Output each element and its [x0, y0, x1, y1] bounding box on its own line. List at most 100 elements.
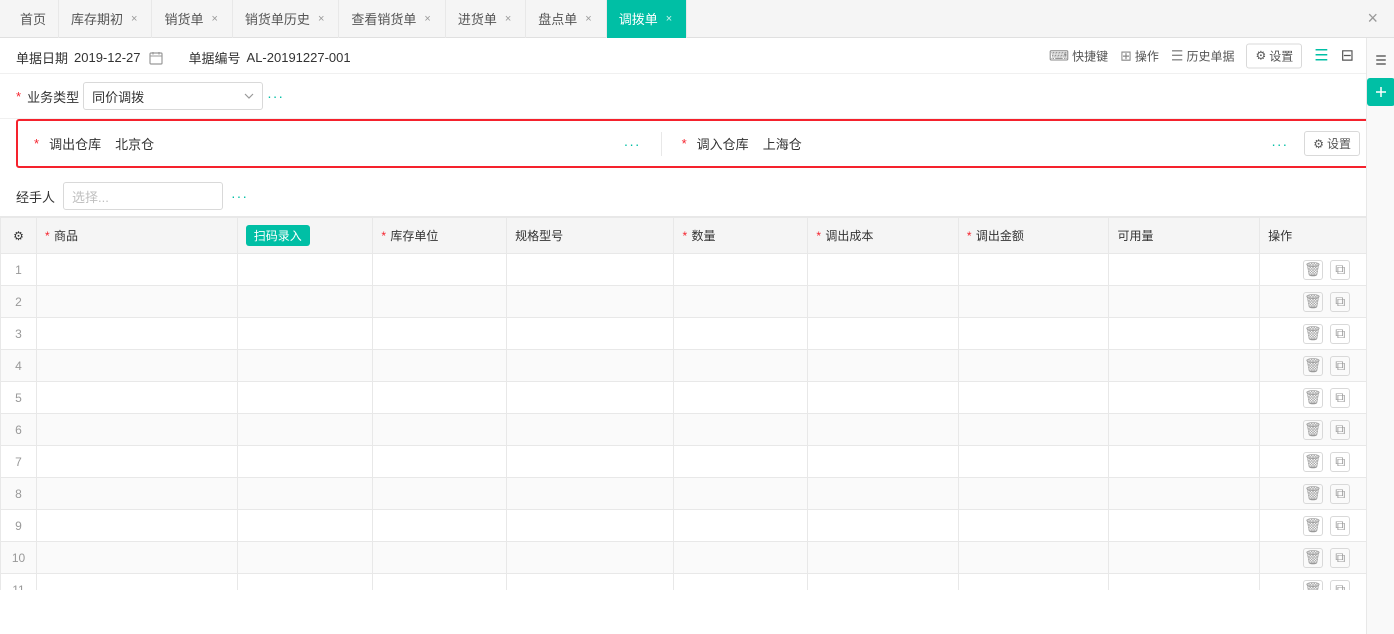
- row-scan: [237, 286, 373, 318]
- handler-more[interactable]: ···: [231, 188, 248, 204]
- delete-icon[interactable]: 🗑: [1303, 580, 1323, 591]
- delete-icon[interactable]: 🗑: [1303, 452, 1323, 472]
- tab-view-sales-close[interactable]: ×: [422, 12, 432, 26]
- tab-sales-order[interactable]: 销货单 ×: [152, 0, 232, 38]
- row-cost: [808, 414, 959, 446]
- copy-icon[interactable]: ⧉: [1330, 420, 1350, 440]
- business-type-star: *: [16, 89, 21, 104]
- copy-icon[interactable]: ⧉: [1330, 452, 1350, 472]
- sidebar-expand-icon[interactable]: [1367, 78, 1394, 106]
- row-amount: [958, 510, 1109, 542]
- copy-icon[interactable]: ⧉: [1330, 548, 1350, 568]
- warehouse-settings-button[interactable]: ⚙ 设置: [1304, 131, 1360, 156]
- row-spec: [507, 542, 674, 574]
- tab-purchase-order-close[interactable]: ×: [503, 12, 513, 26]
- copy-icon[interactable]: ⧉: [1330, 516, 1350, 536]
- handler-select[interactable]: 选择...: [63, 182, 223, 210]
- row-product[interactable]: [37, 382, 238, 414]
- row-spec: [507, 254, 674, 286]
- settings-button[interactable]: ⚙ 设置: [1246, 43, 1302, 68]
- delete-icon[interactable]: 🗑: [1303, 420, 1323, 440]
- tab-sales-order-close[interactable]: ×: [209, 12, 219, 26]
- doc-num-value: AL-20191227-001: [247, 50, 351, 65]
- row-product[interactable]: [37, 510, 238, 542]
- shortcut-tool[interactable]: ⌨ 快捷键: [1049, 47, 1108, 64]
- row-product[interactable]: [37, 414, 238, 446]
- row-cost: [808, 446, 959, 478]
- th-spec-label: 规格型号: [515, 229, 563, 243]
- row-product[interactable]: [37, 286, 238, 318]
- history-tool[interactable]: ☰ 历史单据: [1171, 47, 1235, 64]
- close-all-button[interactable]: ×: [1359, 4, 1386, 33]
- business-type-select[interactable]: 同价调拨: [83, 82, 263, 110]
- tab-inventory-init-close[interactable]: ×: [129, 12, 139, 26]
- row-product[interactable]: [37, 318, 238, 350]
- row-cost: [808, 318, 959, 350]
- calendar-icon[interactable]: [147, 49, 165, 67]
- row-product[interactable]: [37, 446, 238, 478]
- row-product[interactable]: [37, 542, 238, 574]
- grid-view-icon[interactable]: ⊟: [1341, 46, 1354, 66]
- row-product: [37, 574, 238, 591]
- list-view-icon[interactable]: ☰: [1314, 46, 1328, 66]
- warehouse-settings-icon: ⚙: [1313, 137, 1324, 151]
- tab-inventory-check-close[interactable]: ×: [583, 12, 593, 26]
- row-product[interactable]: [37, 254, 238, 286]
- delete-icon[interactable]: 🗑: [1303, 260, 1323, 280]
- row-scan: [237, 414, 373, 446]
- warehouse-out-more[interactable]: ···: [624, 136, 641, 152]
- delete-icon[interactable]: 🗑: [1303, 356, 1323, 376]
- copy-icon[interactable]: ⧉: [1330, 324, 1350, 344]
- tab-home[interactable]: 首页: [8, 0, 59, 38]
- tab-transfer[interactable]: 调拨单 ×: [607, 0, 687, 38]
- row-unit: [373, 286, 507, 318]
- history-icon: ☰: [1171, 47, 1184, 64]
- row-cost: [808, 286, 959, 318]
- copy-icon[interactable]: ⧉: [1330, 356, 1350, 376]
- copy-icon[interactable]: ⧉: [1330, 292, 1350, 312]
- row-qty: [674, 446, 808, 478]
- sidebar-list-icon[interactable]: [1367, 46, 1394, 74]
- business-type-row: * 业务类型 同价调拨 ···: [0, 74, 1394, 119]
- warehouse-in-field: * 调入仓库 上海仓 ···: [682, 134, 1289, 153]
- tab-purchase-order[interactable]: 进货单 ×: [446, 0, 526, 38]
- row-spec: [507, 414, 674, 446]
- row-spec: [507, 574, 674, 591]
- th-cost-label: 调出成本: [825, 229, 873, 243]
- scan-button[interactable]: 扫码录入: [246, 225, 310, 246]
- table-row: 4 🗑 ⧉: [1, 350, 1394, 382]
- row-unit: [373, 574, 507, 591]
- doc-num-label: 单据编号: [189, 48, 241, 67]
- tab-sales-history-close[interactable]: ×: [316, 12, 326, 26]
- row-product[interactable]: [37, 478, 238, 510]
- tab-sales-history[interactable]: 销货单历史 ×: [233, 0, 339, 38]
- row-spec: [507, 382, 674, 414]
- delete-icon[interactable]: 🗑: [1303, 388, 1323, 408]
- delete-icon[interactable]: 🗑: [1303, 324, 1323, 344]
- copy-icon[interactable]: ⧉: [1330, 580, 1350, 591]
- tab-transfer-close[interactable]: ×: [664, 12, 674, 26]
- delete-icon[interactable]: 🗑: [1303, 548, 1323, 568]
- warehouse-in-more[interactable]: ···: [1271, 136, 1288, 152]
- th-spec: 规格型号: [507, 218, 674, 254]
- tab-view-sales[interactable]: 查看销货单 ×: [339, 0, 445, 38]
- warehouse-out-field: * 调出仓库 北京仓 ···: [34, 134, 641, 153]
- row-scan: [237, 574, 373, 591]
- row-product[interactable]: [37, 350, 238, 382]
- business-type-more[interactable]: ···: [267, 88, 284, 104]
- th-gear[interactable]: ⚙: [1, 218, 37, 254]
- th-scan: 扫码录入: [237, 218, 373, 254]
- copy-icon[interactable]: ⧉: [1330, 260, 1350, 280]
- tab-transfer-label: 调拨单: [619, 9, 658, 28]
- tab-inventory-init[interactable]: 库存期初 ×: [59, 0, 152, 38]
- chevron-down-icon: [244, 93, 254, 99]
- settings-label: 设置: [1269, 47, 1293, 64]
- delete-icon[interactable]: 🗑: [1303, 484, 1323, 504]
- delete-icon[interactable]: 🗑: [1303, 292, 1323, 312]
- row-unit: [373, 254, 507, 286]
- copy-icon[interactable]: ⧉: [1330, 484, 1350, 504]
- copy-icon[interactable]: ⧉: [1330, 388, 1350, 408]
- tab-inventory-check[interactable]: 盘点单 ×: [526, 0, 606, 38]
- delete-icon[interactable]: 🗑: [1303, 516, 1323, 536]
- operation-tool[interactable]: ⊞ 操作: [1120, 47, 1159, 64]
